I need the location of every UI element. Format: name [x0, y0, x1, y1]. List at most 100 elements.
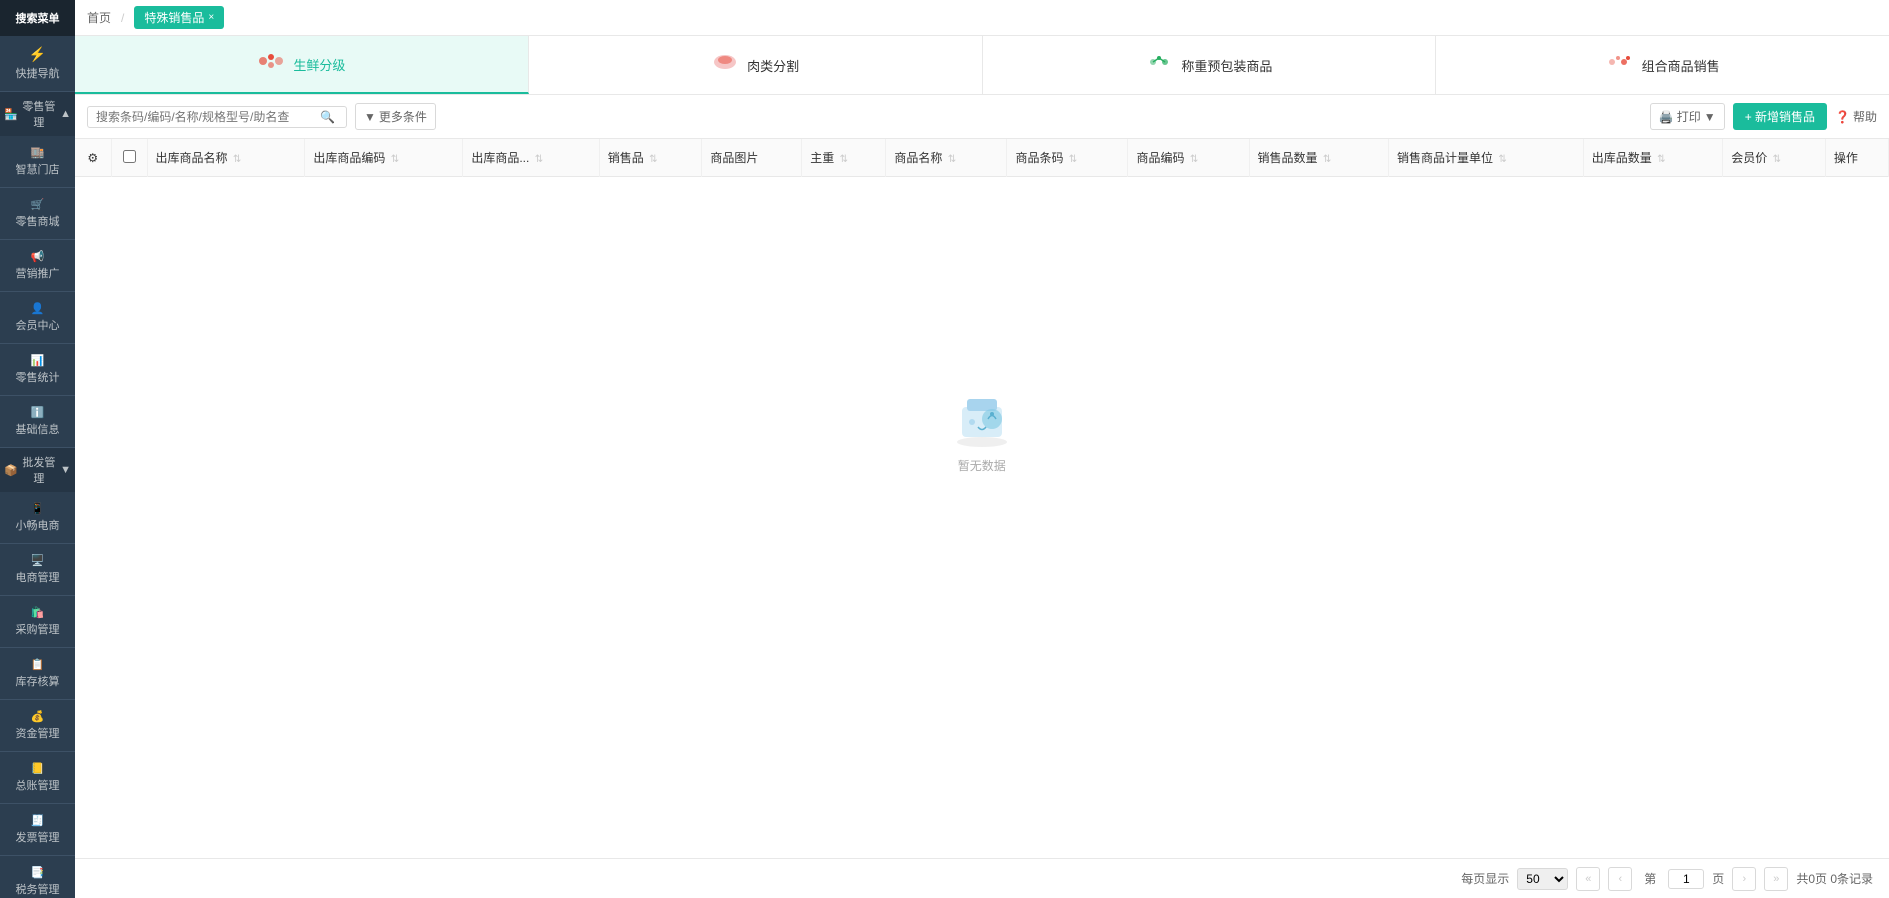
- total-records-label: 共0页 0条记录: [1796, 870, 1873, 887]
- sort-icon-out-code[interactable]: ⇅: [391, 154, 399, 165]
- sidebar-item-tax-mgmt[interactable]: 📑 税务管理: [0, 856, 75, 898]
- page-number-input[interactable]: [1668, 869, 1704, 889]
- sort-icon-out-qty[interactable]: ⇅: [1657, 154, 1665, 165]
- sidebar-item-invoice-mgmt[interactable]: 🧾 发票管理: [0, 804, 75, 856]
- meat-cut-icon: [711, 51, 739, 79]
- print-dropdown-icon: ▼: [1704, 110, 1716, 124]
- retail-mall-icon: 🛒: [31, 198, 45, 211]
- home-link[interactable]: 首页: [87, 9, 111, 26]
- sort-icon-member-price[interactable]: ⇅: [1773, 154, 1781, 165]
- filter-button[interactable]: ▼ 更多条件: [355, 103, 436, 130]
- fresh-grading-icon: [257, 50, 285, 78]
- sort-icon-out-spec[interactable]: ⇅: [535, 154, 543, 165]
- help-icon: ❓: [1835, 110, 1850, 124]
- th-sale-unit: 销售商品计量单位 ⇅: [1388, 139, 1583, 177]
- empty-row: 暂无数据: [75, 177, 1889, 675]
- tab-combo-sales[interactable]: 组合商品销售: [1436, 36, 1889, 94]
- sidebar-item-inventory[interactable]: 📋 库存核算: [0, 648, 75, 700]
- combo-sales-icon: [1606, 51, 1634, 79]
- sidebar-item-retail-mgmt[interactable]: 🏪 零售管理 ▲: [0, 92, 75, 136]
- empty-illustration: [942, 377, 1022, 457]
- sort-icon-item-barcode[interactable]: ⇅: [1069, 154, 1077, 165]
- sidebar: 搜索菜单 ⚡ 快捷导航 🏪 零售管理 ▲ 🏬 智慧门店 🛒 零售商城 📢 营销推…: [0, 0, 75, 898]
- per-page-label: 每页显示: [1461, 870, 1509, 887]
- sort-icon-main-weight[interactable]: ⇅: [840, 154, 848, 165]
- print-button[interactable]: 🖨️ 打印 ▼: [1650, 103, 1725, 130]
- sidebar-item-sales-promo[interactable]: 📢 营销推广: [0, 240, 75, 292]
- th-item-barcode: 商品条码 ⇅: [1007, 139, 1128, 177]
- tab-label: 特殊销售品: [144, 9, 204, 26]
- th-item-code: 商品编码 ⇅: [1128, 139, 1249, 177]
- retail-mgmt-icon: 🏪: [4, 108, 18, 121]
- th-checkbox[interactable]: [111, 139, 147, 177]
- table-container: ⚙ 出库商品名称 ⇅ 出库商品编码 ⇅: [75, 139, 1889, 858]
- th-out-spec: 出库商品... ⇅: [463, 139, 599, 177]
- topbar: 首页 / 特殊销售品 ×: [75, 0, 1889, 36]
- sort-icon-item-name[interactable]: ⇅: [948, 154, 956, 165]
- tab-fresh-grading[interactable]: 生鲜分级: [75, 36, 529, 94]
- sidebar-item-finance[interactable]: 💰 资金管理: [0, 700, 75, 752]
- search-input[interactable]: [96, 110, 316, 124]
- sidebar-item-wholesale-mgmt[interactable]: 📦 批发管理 ▼: [0, 448, 75, 492]
- empty-state: 暂无数据: [75, 297, 1889, 554]
- smart-store-icon: 🏬: [31, 146, 45, 159]
- search-box[interactable]: 🔍: [87, 106, 347, 128]
- table-body: 暂无数据: [75, 177, 1889, 675]
- chevron-down-icon: ▲: [60, 108, 71, 120]
- mini-ecom-icon: 📱: [31, 502, 45, 515]
- page-total-label: 页: [1712, 870, 1724, 887]
- sidebar-item-retail-mall[interactable]: 🛒 零售商城: [0, 188, 75, 240]
- th-member-price: 会员价 ⇅: [1723, 139, 1826, 177]
- prev-page-button[interactable]: ‹: [1608, 867, 1632, 891]
- sales-promo-icon: 📢: [31, 250, 45, 263]
- empty-text: 暂无数据: [958, 457, 1006, 474]
- chevron-down-icon2: ▼: [60, 464, 71, 476]
- main-content: 首页 / 特殊销售品 × 生鲜分级: [75, 0, 1889, 898]
- purchase-mgmt-icon: 🛍️: [31, 606, 45, 619]
- last-page-button[interactable]: »: [1764, 867, 1788, 891]
- active-tab[interactable]: 特殊销售品 ×: [134, 6, 224, 29]
- search-icon: 🔍: [320, 110, 335, 124]
- sort-icon-sale-unit[interactable]: ⇅: [1498, 154, 1506, 165]
- th-settings[interactable]: ⚙: [75, 139, 111, 177]
- sort-icon-sale-item[interactable]: ⇅: [649, 154, 657, 165]
- sort-icon-sale-qty[interactable]: ⇅: [1323, 154, 1331, 165]
- sidebar-item-smart-store[interactable]: 🏬 智慧门店: [0, 136, 75, 188]
- tab-close-button[interactable]: ×: [208, 12, 214, 23]
- th-item-name: 商品名称 ⇅: [886, 139, 1007, 177]
- category-tabs: 生鲜分级 肉类分割: [75, 36, 1889, 95]
- toolbar: 🔍 ▼ 更多条件 🖨️ 打印 ▼ + 新增销售品 ❓ 帮助: [75, 95, 1889, 139]
- sidebar-item-purchase-mgmt[interactable]: 🛍️ 采购管理: [0, 596, 75, 648]
- tab-weight-prepack-label: 称重预包装商品: [1181, 56, 1272, 75]
- quick-nav-icon: ⚡: [29, 46, 46, 63]
- first-page-button[interactable]: «: [1576, 867, 1600, 891]
- pagination-bar: 每页显示 50 10 20 100 « ‹ 第 页 › » 共0页 0条记录: [75, 858, 1889, 898]
- sidebar-item-general-ledger[interactable]: 📒 总账管理: [0, 752, 75, 804]
- main-table: ⚙ 出库商品名称 ⇅ 出库商品编码 ⇅: [75, 139, 1889, 674]
- sort-icon-out-name[interactable]: ⇅: [233, 154, 241, 165]
- tab-meat-cut[interactable]: 肉类分割: [529, 36, 983, 94]
- sidebar-item-ecom-mgmt[interactable]: 🖥️ 电商管理: [0, 544, 75, 596]
- ecom-mgmt-icon: 🖥️: [31, 554, 45, 567]
- breadcrumb-separator: /: [121, 11, 124, 25]
- sidebar-item-retail-stats[interactable]: 📊 零售统计: [0, 344, 75, 396]
- help-button[interactable]: ❓ 帮助: [1835, 108, 1877, 125]
- table-header-row: ⚙ 出库商品名称 ⇅ 出库商品编码 ⇅: [75, 139, 1889, 177]
- select-all-checkbox[interactable]: [123, 150, 136, 163]
- next-page-button[interactable]: ›: [1732, 867, 1756, 891]
- finance-icon: 💰: [31, 710, 45, 723]
- tab-meat-cut-label: 肉类分割: [747, 56, 799, 75]
- add-sale-item-button[interactable]: + 新增销售品: [1733, 103, 1827, 130]
- sidebar-item-member-center[interactable]: 👤 会员中心: [0, 292, 75, 344]
- sidebar-logo[interactable]: 搜索菜单: [0, 0, 75, 36]
- th-main-weight: 主重 ⇅: [802, 139, 886, 177]
- sidebar-item-mini-ecom[interactable]: 📱 小畅电商: [0, 492, 75, 544]
- sort-icon-item-code[interactable]: ⇅: [1190, 154, 1198, 165]
- weight-prepack-icon: [1145, 51, 1173, 79]
- tab-fresh-grading-label: 生鲜分级: [293, 55, 345, 74]
- tab-weight-prepack[interactable]: 称重预包装商品: [983, 36, 1437, 94]
- per-page-select[interactable]: 50 10 20 100: [1517, 868, 1568, 890]
- column-settings-icon[interactable]: ⚙: [87, 151, 98, 165]
- sidebar-item-basic-info[interactable]: ℹ️ 基础信息: [0, 396, 75, 448]
- sidebar-item-quick-nav[interactable]: ⚡ 快捷导航: [0, 36, 75, 92]
